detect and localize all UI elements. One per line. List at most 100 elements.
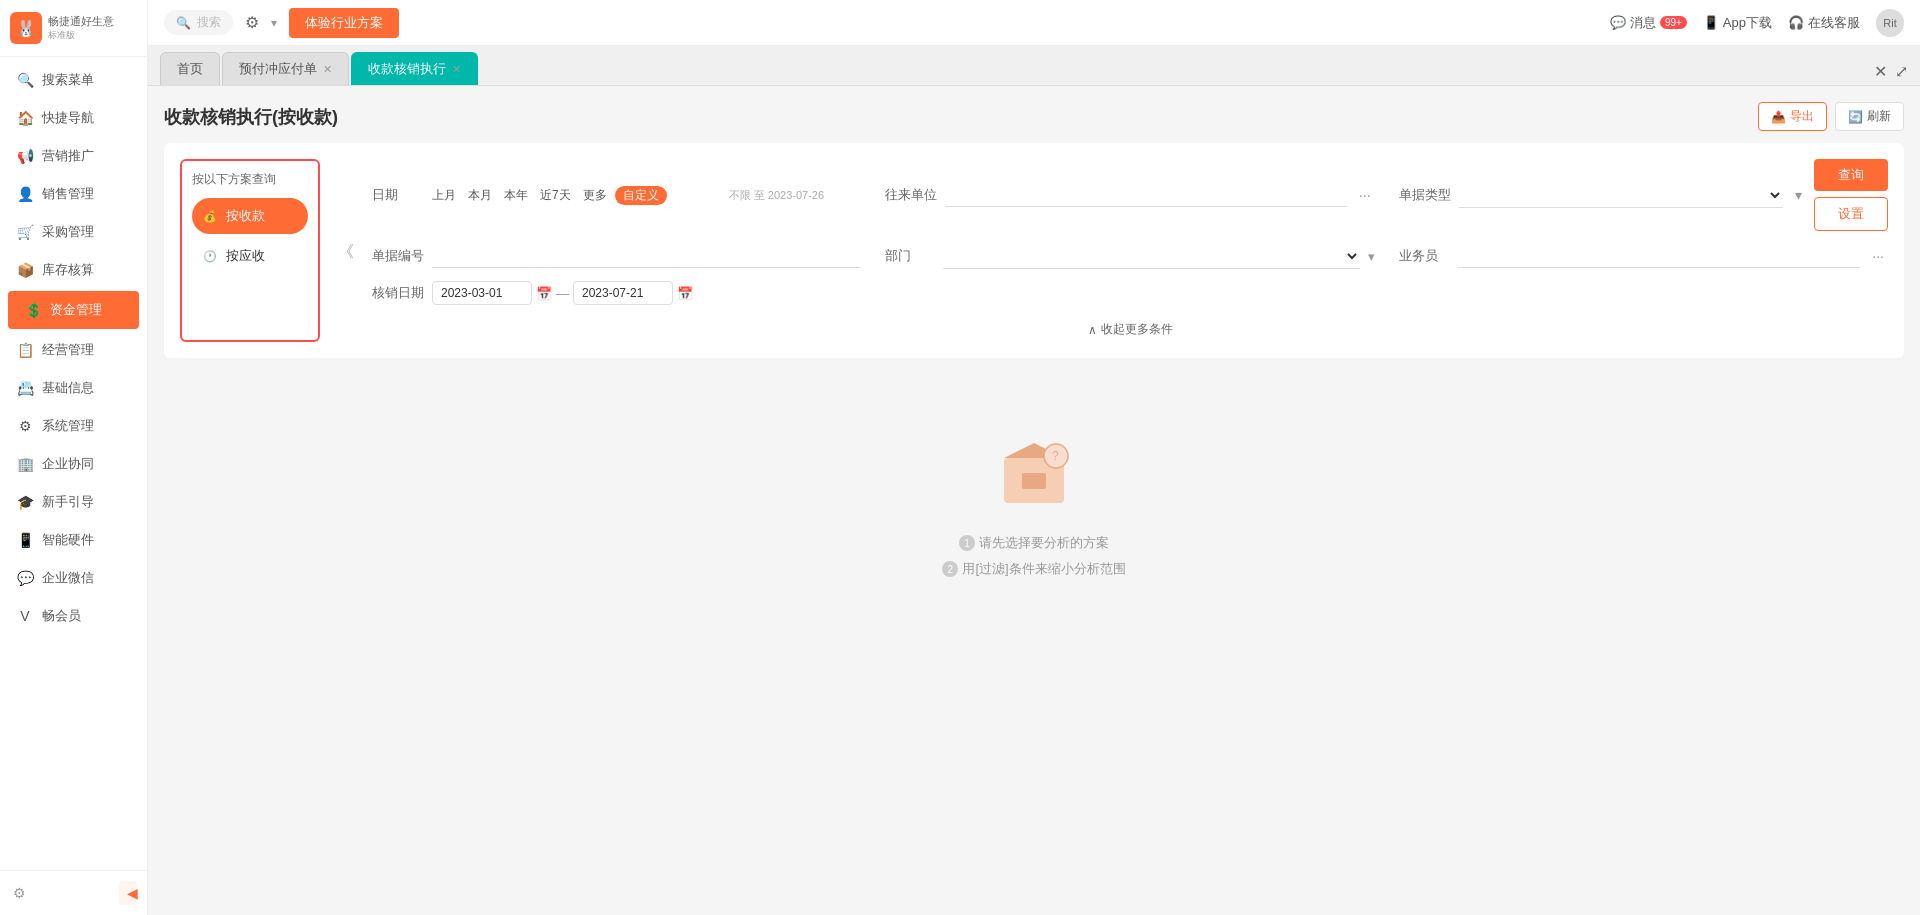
message-icon: 💬	[1610, 15, 1626, 30]
filter-option-按收款[interactable]: 💰按收款	[192, 198, 308, 234]
sidebar-item-销售管理[interactable]: 👤销售管理	[0, 175, 147, 213]
tabbar: 首页预付冲应付单✕收款核销执行✕ ✕ ⤢	[148, 46, 1920, 86]
page-title: 收款核销执行(按收款)	[164, 105, 338, 129]
sidebar-item-智能硬件[interactable]: 📱智能硬件	[0, 521, 147, 559]
nav-label: 营销推广	[42, 147, 94, 165]
filter-option-icon: 🕐	[200, 246, 220, 266]
sidebar-item-企业微信[interactable]: 💬企业微信	[0, 559, 147, 597]
doctype-dropdown-icon[interactable]: ▾	[1791, 185, 1806, 205]
nav-icon: 📦	[16, 262, 34, 278]
settings-button[interactable]: 设置	[1814, 197, 1888, 231]
message-button[interactable]: 💬 消息 99+	[1610, 14, 1687, 32]
tab-0[interactable]: 首页	[160, 52, 220, 85]
nav-label: 畅会员	[42, 607, 81, 625]
writeoff-start-date-input[interactable]	[432, 281, 532, 305]
date-quick-btn[interactable]: 本月	[464, 186, 496, 205]
nav-label: 系统管理	[42, 417, 94, 435]
query-button[interactable]: 查询	[1814, 159, 1888, 191]
sidebar-item-企业协同[interactable]: 🏢 企业协同	[0, 445, 147, 483]
export-button[interactable]: 📤 导出	[1758, 102, 1827, 131]
doc-number-field: 单据编号	[372, 244, 861, 268]
message-badge: 99+	[1660, 16, 1687, 29]
tab-1[interactable]: 预付冲应付单✕	[222, 52, 349, 85]
sidebar-item-系统管理[interactable]: ⚙系统管理	[0, 407, 147, 445]
salesperson-input[interactable]	[1457, 244, 1861, 268]
topbar-search-box[interactable]: 🔍 搜索	[164, 10, 233, 35]
app-download-button[interactable]: 📱 App下载	[1703, 14, 1772, 32]
date-quick-btn[interactable]: 更多	[579, 186, 611, 205]
salesperson-field: 业务员 ···	[1399, 244, 1888, 268]
sidebar-item-搜索菜单[interactable]: 🔍搜索菜单	[0, 61, 147, 99]
empty-hint-2: 2 用[过滤]条件来缩小分析范围	[942, 560, 1125, 578]
close-window-button[interactable]: ✕	[1874, 62, 1887, 81]
date-nolimit-text: 不限 至 2023-07-26	[729, 188, 824, 203]
app-name: 畅捷通好生意	[48, 14, 114, 28]
nav-label: 新手引导	[42, 493, 94, 511]
nav-label: 智能硬件	[42, 531, 94, 549]
filter-option-label: 按应收	[226, 247, 265, 265]
counterparty-input[interactable]	[945, 183, 1347, 207]
sidebar-item-新手引导[interactable]: 🎓新手引导	[0, 483, 147, 521]
sidebar-logo: 🐰 畅捷通好生意 标准版	[0, 0, 147, 57]
nav-icon: 💬	[16, 570, 34, 586]
salesperson-more-button[interactable]: ···	[1868, 246, 1888, 266]
writeoff-date-label: 核销日期	[372, 284, 424, 302]
tab-close-icon[interactable]: ✕	[323, 63, 332, 76]
sidebar-item-基础信息[interactable]: 📇基础信息	[0, 369, 147, 407]
page-actions: 📤 导出 🔄 刷新	[1758, 102, 1904, 131]
industry-solution-button[interactable]: 体验行业方案	[289, 8, 399, 38]
filter-option-按应收[interactable]: 🕐 按应收	[192, 238, 308, 274]
department-field: 部门 ▾	[885, 243, 1374, 269]
nav-label: 企业协同	[42, 455, 94, 473]
expand-window-button[interactable]: ⤢	[1895, 62, 1908, 81]
bottom-settings-icon[interactable]: ⚙	[10, 885, 28, 901]
sidebar-item-资金管理[interactable]: 💲资金管理	[8, 291, 139, 329]
empty-hint-1: 1 请先选择要分析的方案	[959, 534, 1109, 552]
date-quick-options: 上月本月本年近7天更多自定义	[428, 186, 667, 205]
topbar: 🔍 搜索 ⚙ ▾ 体验行业方案 💬 消息 99+ 📱 App下载 🎧 在线客服 …	[148, 0, 1920, 46]
date-label: 日期	[372, 186, 422, 204]
topbar-right: 💬 消息 99+ 📱 App下载 🎧 在线客服 Rit	[1610, 9, 1904, 37]
writeoff-end-cal-icon[interactable]: 📅	[677, 286, 693, 301]
app-download-icon: 📱	[1703, 15, 1719, 30]
topbar-dropdown-icon[interactable]: ▾	[271, 16, 277, 30]
sidebar-item-库存核算[interactable]: 📦库存核算	[0, 251, 147, 289]
user-profile-button[interactable]: Rit	[1876, 9, 1904, 37]
empty-state-illustration: ?	[984, 418, 1084, 518]
sidebar-item-经营管理[interactable]: 📋经营管理	[0, 331, 147, 369]
doctype-select[interactable]	[1459, 182, 1783, 208]
department-dropdown-icon[interactable]: ▾	[1368, 249, 1375, 264]
nav-label: 搜索菜单	[42, 71, 94, 89]
date-quick-btn[interactable]: 上月	[428, 186, 460, 205]
sidebar-bottom: ⚙ ◀	[0, 870, 147, 915]
online-service-button[interactable]: 🎧 在线客服	[1788, 14, 1860, 32]
date-quick-btn[interactable]: 本年	[500, 186, 532, 205]
date-field: 日期 上月本月本年近7天更多自定义 不限 至 2023-07-26	[372, 186, 861, 205]
writeoff-end-date-input[interactable]	[573, 281, 673, 305]
department-select[interactable]	[943, 243, 1359, 269]
date-custom-btn[interactable]: 自定义	[615, 186, 667, 205]
sidebar-item-快捷导航[interactable]: 🏠快捷导航	[0, 99, 147, 137]
nav-label: 资金管理	[50, 301, 102, 319]
filter-collapse-button[interactable]: 《	[336, 163, 356, 342]
sidebar-item-营销推广[interactable]: 📢 营销推广	[0, 137, 147, 175]
message-label: 消息	[1630, 14, 1656, 32]
sidebar-item-采购管理[interactable]: 🛒采购管理	[0, 213, 147, 251]
date-quick-btn[interactable]: 近7天	[536, 186, 575, 205]
nav-icon: 🏢	[16, 456, 34, 472]
search-placeholder-text: 搜索	[197, 14, 221, 31]
nav-label: 基础信息	[42, 379, 94, 397]
sidebar-nav: 🔍搜索菜单🏠快捷导航 📢 营销推广 👤销售管理🛒采购管理📦库存核算💲资金管理📋经营管理…	[0, 57, 147, 870]
counterparty-more-button[interactable]: ···	[1355, 185, 1375, 205]
topbar-settings-icon[interactable]: ⚙	[245, 13, 259, 32]
writeoff-start-cal-icon[interactable]: 📅	[536, 286, 552, 301]
tab-2[interactable]: 收款核销执行✕	[351, 52, 478, 85]
bottom-collapse-icon[interactable]: ◀	[119, 881, 137, 905]
collapse-more-label: 收起更多条件	[1101, 321, 1173, 338]
refresh-button[interactable]: 🔄 刷新	[1835, 102, 1904, 131]
nav-icon: 📢	[16, 148, 34, 164]
tab-close-icon[interactable]: ✕	[452, 63, 461, 76]
collapse-more-button[interactable]: ∧ 收起更多条件	[372, 317, 1888, 342]
sidebar-item-畅会员[interactable]: V畅会员	[0, 597, 147, 635]
doc-number-input[interactable]	[432, 244, 861, 268]
